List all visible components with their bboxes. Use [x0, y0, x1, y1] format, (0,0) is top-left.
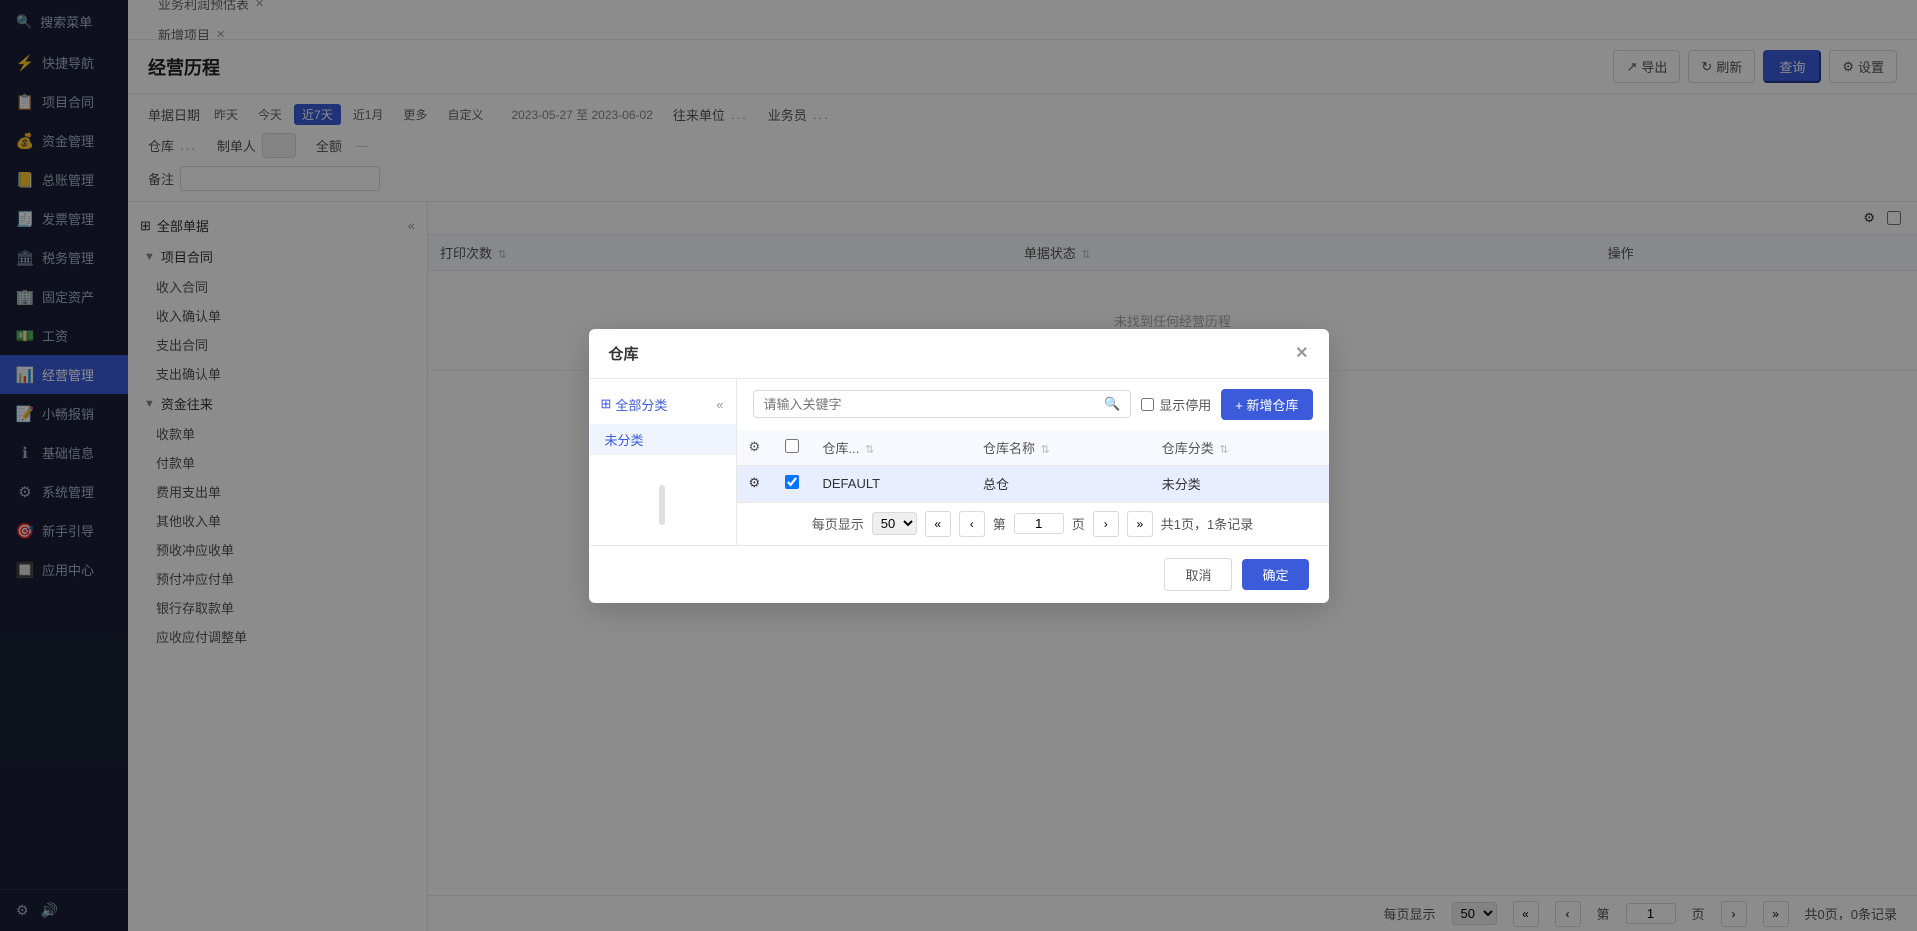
row-settings-icon: ⚙ — [737, 465, 773, 501]
dialog-search-input[interactable] — [764, 397, 1099, 412]
dialog-table-container: ⚙ 仓库... ⇅ 仓库名称 ⇅ — [737, 430, 1329, 502]
dialog-per-page-select[interactable]: 50 — [872, 512, 917, 535]
dialog-body: ⊞ 全部分类 « 未分类 🔍 显示停用 — [589, 379, 1329, 545]
row-checkbox[interactable] — [773, 465, 811, 501]
dialog-sidebar-scroll — [589, 477, 736, 533]
dialog-page-input[interactable] — [1014, 513, 1064, 534]
dialog-title: 仓库 — [609, 343, 639, 364]
dialog-close-button[interactable]: ✕ — [1295, 343, 1308, 363]
dialog-col-code: 仓库... ⇅ — [811, 430, 971, 466]
dialog-select-all[interactable] — [785, 439, 799, 453]
dialog-col-checkbox — [773, 430, 811, 466]
dialog-prev-page[interactable]: ‹ — [959, 511, 985, 537]
dialog-first-page[interactable]: « — [925, 511, 951, 537]
add-warehouse-button[interactable]: + 新增仓库 — [1221, 389, 1312, 420]
dialog-last-page[interactable]: » — [1127, 511, 1153, 537]
row-name: 总仓 — [971, 465, 1150, 501]
dialog-page-label: 第 — [993, 514, 1006, 533]
cancel-button[interactable]: 取消 — [1164, 558, 1232, 591]
sort-name-icon: ⇅ — [1041, 444, 1050, 456]
dialog-total-label: 共1页，1条记录 — [1161, 514, 1253, 533]
search-icon-dialog: 🔍 — [1104, 396, 1120, 412]
dialog-table-row[interactable]: ⚙ DEFAULT 总仓 未分类 — [737, 465, 1329, 501]
row-code: DEFAULT — [811, 465, 971, 501]
dialog-col-name: 仓库名称 ⇅ — [971, 430, 1150, 466]
show-disabled-checkbox[interactable] — [1141, 398, 1154, 411]
dialog-main: 🔍 显示停用 + 新增仓库 ⚙ — [737, 379, 1329, 545]
dialog-page-suffix: 页 — [1072, 514, 1085, 533]
dialog-search-container: 🔍 — [753, 390, 1132, 418]
warehouse-dialog: 仓库 ✕ ⊞ 全部分类 « 未分类 — [589, 329, 1329, 603]
dialog-actions: 取消 确定 — [589, 545, 1329, 603]
dialog-per-page-label: 每页显示 — [812, 514, 864, 533]
sort-category-icon: ⇅ — [1219, 444, 1228, 456]
dialog-col-settings: ⚙ — [737, 430, 773, 466]
dialog-pagination: 每页显示 50 « ‹ 第 页 › » 共1页，1条记录 — [737, 502, 1329, 545]
all-categories-label[interactable]: 全部分类 — [615, 395, 716, 414]
show-disabled-label[interactable]: 显示停用 — [1141, 395, 1211, 414]
dialog-header: 仓库 ✕ — [589, 329, 1329, 379]
all-categories-icon: ⊞ — [601, 396, 612, 412]
dialog-toolbar: 🔍 显示停用 + 新增仓库 — [737, 379, 1329, 430]
modal-overlay: 仓库 ✕ ⊞ 全部分类 « 未分类 — [0, 0, 1917, 931]
dialog-sidebar-item-未分类[interactable]: 未分类 — [589, 424, 736, 455]
sidebar-collapse-icon[interactable]: « — [716, 397, 723, 412]
confirm-button[interactable]: 确定 — [1242, 559, 1308, 590]
dialog-col-category: 仓库分类 ⇅ — [1150, 430, 1329, 466]
dialog-table: ⚙ 仓库... ⇅ 仓库名称 ⇅ — [737, 430, 1329, 502]
sort-code-icon: ⇅ — [865, 444, 874, 456]
dialog-sidebar: ⊞ 全部分类 « 未分类 — [589, 379, 737, 545]
dialog-next-page[interactable]: › — [1093, 511, 1119, 537]
dialog-sidebar-header: ⊞ 全部分类 « — [589, 391, 736, 422]
row-category: 未分类 — [1150, 465, 1329, 501]
